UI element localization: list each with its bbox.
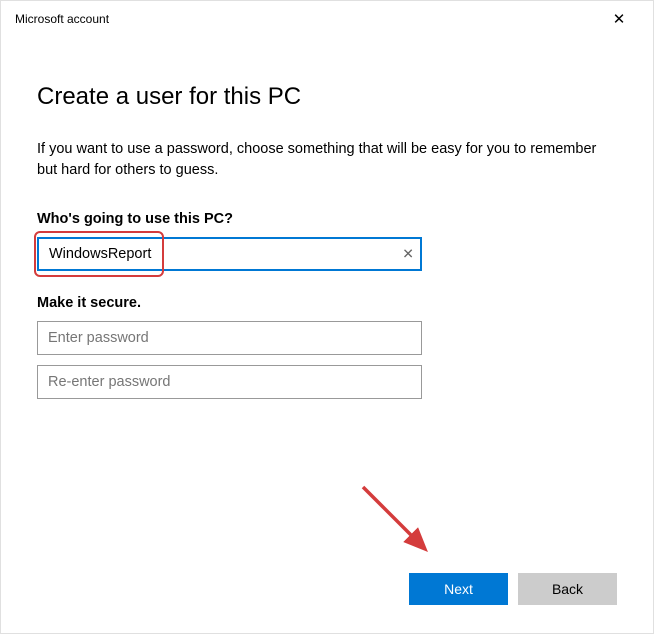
username-input[interactable] xyxy=(37,237,422,271)
page-heading: Create a user for this PC xyxy=(37,83,617,111)
password-input[interactable] xyxy=(37,321,422,355)
annotation-arrow-icon xyxy=(355,479,445,569)
window-title: Microsoft account xyxy=(15,12,109,26)
content-area: Create a user for this PC If you want to… xyxy=(1,33,653,399)
footer-buttons: Next Back xyxy=(409,573,617,605)
page-description: If you want to use a password, choose so… xyxy=(37,139,617,181)
back-button[interactable]: Back xyxy=(518,573,617,605)
username-field-wrap: ✕ xyxy=(37,237,422,271)
password-section-label: Make it secure. xyxy=(37,295,617,311)
username-label: Who's going to use this PC? xyxy=(37,211,617,227)
clear-input-icon[interactable]: ✕ xyxy=(402,246,414,263)
password-confirm-input[interactable] xyxy=(37,365,422,399)
titlebar: Microsoft account ✕ xyxy=(1,1,653,33)
close-button[interactable]: ✕ xyxy=(599,5,639,33)
next-button[interactable]: Next xyxy=(409,573,508,605)
close-icon: ✕ xyxy=(613,10,626,28)
